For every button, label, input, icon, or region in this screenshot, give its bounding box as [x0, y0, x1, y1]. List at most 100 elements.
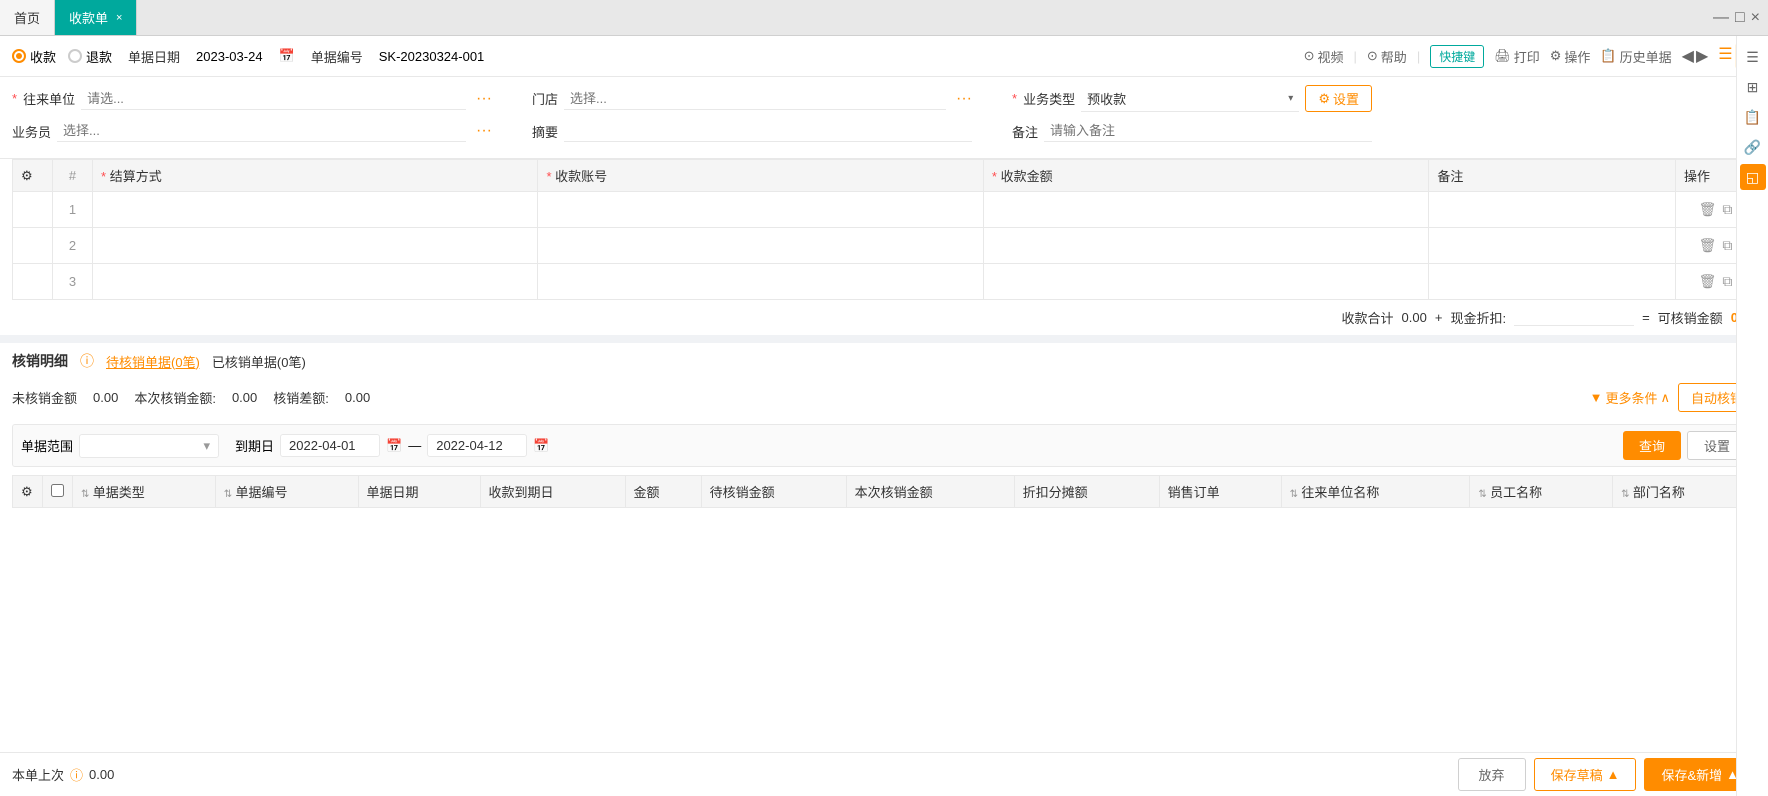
- sidebar-btn-link[interactable]: 🔗: [1740, 134, 1766, 160]
- filter-left: 未核销金额 0.00 本次核销金额: 0.00 核销差额: 0.00: [12, 388, 370, 407]
- store-more-icon[interactable]: ···: [956, 90, 972, 108]
- due-date-to-input[interactable]: [427, 434, 527, 457]
- footer-left: 本单上次 ⓘ 0.00: [12, 765, 114, 784]
- view-list-icon[interactable]: ☰: [1718, 44, 1732, 68]
- radio-receive[interactable]: 收款: [12, 47, 56, 66]
- row-delete-2[interactable]: 🗑: [1699, 237, 1717, 254]
- note-input[interactable]: [1044, 120, 1372, 142]
- td-settlement-1[interactable]: [93, 192, 538, 228]
- th-discount-label: 折扣分摊额: [1023, 485, 1088, 500]
- td-amount-2[interactable]: [983, 228, 1428, 264]
- td-account-2[interactable]: [538, 228, 983, 264]
- discount-input[interactable]: [1514, 310, 1634, 326]
- save-draft-btn[interactable]: 保存草稿 ▲: [1534, 758, 1637, 791]
- tab-home[interactable]: 首页: [0, 0, 55, 35]
- sort-icon-type: ⇅: [81, 489, 89, 500]
- td-settlement-3[interactable]: [93, 264, 538, 300]
- calendar-icon-from[interactable]: 📅: [386, 438, 402, 454]
- calendar-icon-to[interactable]: 📅: [533, 438, 549, 454]
- staff-input[interactable]: [57, 120, 466, 142]
- td-note-3[interactable]: [1429, 264, 1676, 300]
- gear-bottom-icon[interactable]: ⚙: [21, 484, 33, 499]
- td-account-1[interactable]: [538, 192, 983, 228]
- row-copy-3[interactable]: ⧉: [1722, 273, 1732, 290]
- diff-value: 0.00: [345, 390, 370, 405]
- sidebar-btn-clipboard[interactable]: 📋: [1740, 104, 1766, 130]
- select-all-checkbox[interactable]: [51, 484, 64, 497]
- sort-icon-number: ⇅: [224, 489, 232, 500]
- history-btn[interactable]: 📋 历史单据: [1600, 47, 1671, 66]
- help-icon: ⊙: [1367, 48, 1378, 64]
- th-counterpart[interactable]: ⇅ 往来单位名称: [1281, 476, 1470, 508]
- th-settings[interactable]: ⚙: [13, 160, 53, 192]
- th-dept[interactable]: ⇅ 部门名称: [1613, 476, 1756, 508]
- th-sales-order: 销售订单: [1159, 476, 1281, 508]
- footer-info-icon[interactable]: ⓘ: [70, 765, 83, 784]
- th-dept-label: 部门名称: [1633, 485, 1685, 500]
- search-bar: 单据范围 ▾ 到期日 📅 — 📅 查询 设置: [12, 424, 1756, 467]
- form-row-1: * 往来单位 ··· 门店 ··· * 业务类型 预收款 ▾ ⚙ 设置: [12, 85, 1756, 112]
- due-date-from-input[interactable]: [280, 434, 380, 457]
- business-type-select[interactable]: 预收款 ▾: [1081, 86, 1299, 112]
- hexiao-pending-tab[interactable]: 待核销单据(0笔): [106, 352, 200, 371]
- operations-btn[interactable]: ⚙ 操作: [1550, 47, 1591, 66]
- radio-refund[interactable]: 退款: [68, 47, 112, 66]
- sidebar-btn-expand[interactable]: ◱: [1740, 164, 1766, 190]
- staff-more-icon[interactable]: ···: [476, 122, 492, 140]
- gear-icon[interactable]: ⚙: [21, 168, 33, 183]
- help-label: 帮助: [1381, 47, 1407, 66]
- th-staff[interactable]: ⇅ 员工名称: [1470, 476, 1613, 508]
- calendar-icon-date[interactable]: 📅: [279, 48, 295, 64]
- th-settlement-label: 结算方式: [110, 169, 162, 184]
- td-amount-3[interactable]: [983, 264, 1428, 300]
- td-note-2[interactable]: [1429, 228, 1676, 264]
- td-account-3[interactable]: [538, 264, 983, 300]
- th-amount: 金额: [625, 476, 701, 508]
- tab-receipt[interactable]: 收款单 ×: [55, 0, 137, 35]
- range-select[interactable]: ▾: [79, 434, 219, 458]
- summary-input[interactable]: [564, 120, 972, 142]
- th-operations-label: 操作: [1684, 169, 1710, 184]
- shortcut-btn[interactable]: 快捷键: [1430, 45, 1484, 68]
- th-doc-number[interactable]: ⇅ 单据编号: [215, 476, 358, 508]
- unchecked-label: 未核销金额: [12, 388, 77, 407]
- th-checkbox: ⚙: [13, 476, 43, 508]
- business-type-value: 预收款: [1087, 89, 1126, 108]
- print-btn[interactable]: 🖨 打印: [1494, 47, 1540, 66]
- window-minimize[interactable]: —: [1713, 9, 1729, 27]
- sidebar-btn-table[interactable]: ☰: [1740, 44, 1766, 70]
- sidebar-btn-grid[interactable]: ⊞: [1740, 74, 1766, 100]
- settings-gear-icon: ⚙: [1318, 91, 1330, 107]
- nav-left[interactable]: ◀: [1682, 46, 1694, 66]
- due-date-field: 到期日 📅 — 📅: [235, 434, 549, 457]
- row-copy-2[interactable]: ⧉: [1722, 237, 1732, 254]
- th-current-hexiao: 本次核销金额: [846, 476, 1014, 508]
- th-note: 备注: [1429, 160, 1676, 192]
- store-input[interactable]: [564, 88, 946, 110]
- bottom-table-header: ⚙ ⇅ 单据类型 ⇅ 单据编号: [13, 476, 1756, 508]
- th-doc-type-label: 单据类型: [93, 485, 145, 500]
- hexiao-done-tab[interactable]: 已核销单据(0笔): [212, 352, 306, 371]
- th-amount-label: 金额: [634, 485, 660, 500]
- hexiao-title: 核销明细: [12, 351, 68, 371]
- nav-right[interactable]: ▶: [1696, 46, 1708, 66]
- query-btn[interactable]: 查询: [1623, 431, 1681, 460]
- window-maximize[interactable]: □: [1735, 9, 1745, 27]
- counterpart-input[interactable]: [81, 88, 466, 110]
- th-doc-type[interactable]: ⇅ 单据类型: [73, 476, 216, 508]
- window-close[interactable]: ×: [1751, 9, 1760, 27]
- hexiao-info-icon[interactable]: ⓘ: [80, 351, 94, 371]
- row-delete-3[interactable]: 🗑: [1699, 273, 1717, 290]
- video-btn[interactable]: ⊙ 视频: [1304, 47, 1344, 66]
- row-copy-1[interactable]: ⧉: [1722, 201, 1732, 218]
- row-delete-1[interactable]: 🗑: [1699, 201, 1717, 218]
- more-conditions-btn[interactable]: ▼ 更多条件 ∧: [1590, 388, 1670, 407]
- counterpart-more-icon[interactable]: ···: [476, 90, 492, 108]
- tab-receipt-close[interactable]: ×: [116, 12, 122, 24]
- settings-button[interactable]: ⚙ 设置: [1305, 85, 1372, 112]
- td-settlement-2[interactable]: [93, 228, 538, 264]
- td-note-1[interactable]: [1429, 192, 1676, 228]
- help-btn[interactable]: ⊙ 帮助: [1367, 47, 1407, 66]
- td-amount-1[interactable]: [983, 192, 1428, 228]
- abandon-btn[interactable]: 放弃: [1458, 758, 1526, 791]
